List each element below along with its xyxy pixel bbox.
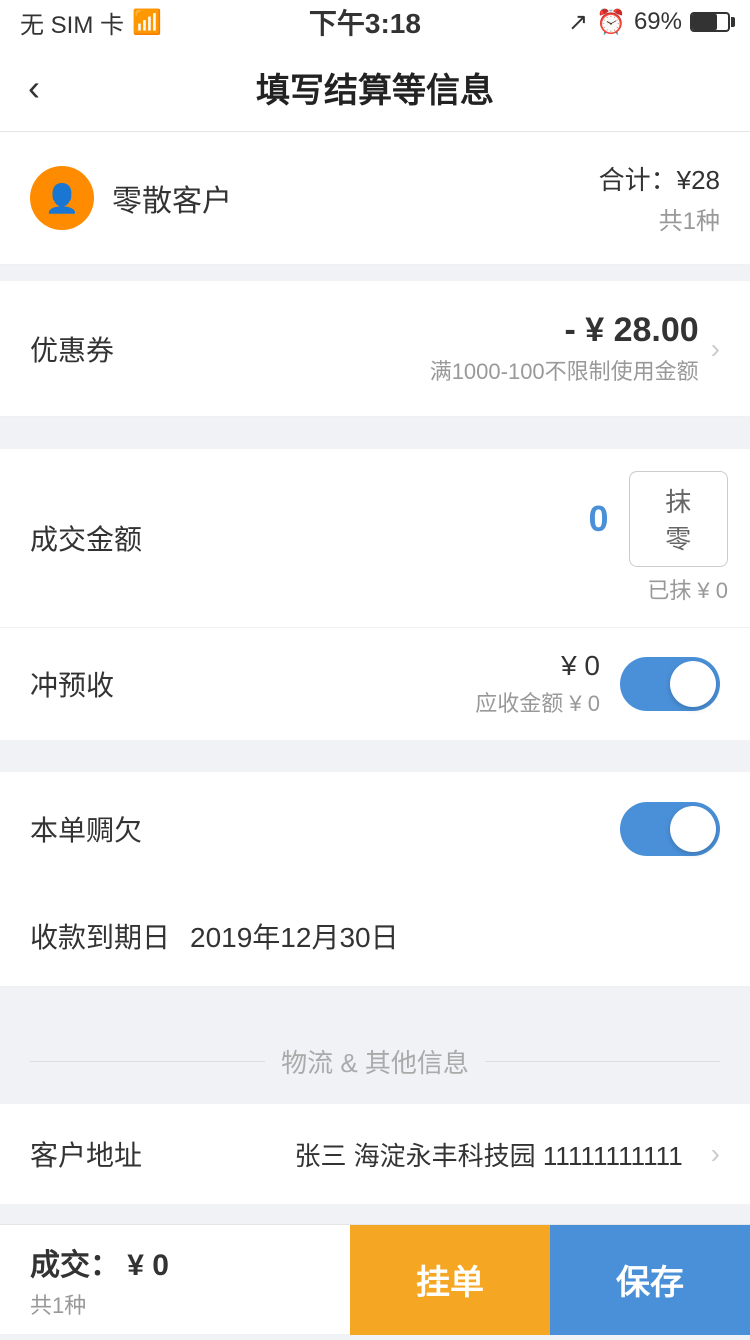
already-rounded-text: 已抹 ¥ 0 [647,573,728,605]
location-icon: ↗ [568,8,588,37]
page-title: 填写结算等信息 [256,63,494,112]
nav-bar: ‹ 填写结算等信息 [0,44,750,132]
pre-amounts: ¥ 0 应收金额 ¥ 0 [475,650,600,718]
pre-sub-amount: 应收金额 ¥ 0 [475,686,600,718]
customer-row: 👤 零散客户 合计：¥28 共1种 [0,132,750,265]
gap3 [0,1003,750,1019]
deal-right: 抹零 已抹 ¥ 0 [150,471,728,605]
bottom-deal-prefix: 成交： [30,1249,120,1282]
debt-row: 本单赒欠 [0,772,750,886]
due-date-label: 收款到期日 [30,916,170,956]
deal-amount-section: 成交金额 抹零 已抹 ¥ 0 冲预收 ¥ 0 应收金额 ¥ 0 [0,449,750,740]
save-button[interactable]: 保存 [550,1225,750,1335]
customer-left: 👤 零散客户 [30,166,232,230]
coupon-right: - ¥ 28.00 满1000-100不限制使用金额 › [430,311,720,386]
coupon-label: 优惠券 [30,329,150,369]
gap2 [0,756,750,772]
total-count: 共1种 [599,201,720,236]
back-button[interactable]: ‹ [28,67,40,109]
due-date-value: 2019年12月30日 [190,916,399,956]
pre-payment-label: 冲预收 [30,664,150,704]
debt-toggle[interactable] [620,802,720,856]
deal-amount-row: 成交金额 抹零 已抹 ¥ 0 [0,449,750,628]
status-right: ↗ ⏰ 69% [568,8,730,37]
bottom-deal-value: ¥ 0 [127,1249,169,1282]
content: 👤 零散客户 合计：¥28 共1种 优惠券 - ¥ 28.00 满1000-10… [0,132,750,1340]
bottom-bar: 成交： ¥ 0 共1种 挂单 保存 [0,1224,750,1334]
coupon-sub: 满1000-100不限制使用金额 [430,354,699,386]
coupon-amounts: - ¥ 28.00 满1000-100不限制使用金额 [430,311,699,386]
bottom-info: 成交： ¥ 0 共1种 [0,1240,350,1320]
deal-amount-label: 成交金额 [30,518,150,558]
customer-name: 零散客户 [112,176,232,220]
due-date-row: 收款到期日 2019年12月30日 [0,886,750,987]
status-bar: 无 SIM 卡 📶 下午3:18 ↗ ⏰ 69% [0,0,750,44]
bottom-deal-label: 成交： ¥ 0 [30,1240,320,1284]
debt-label: 本单赒欠 [30,809,150,849]
pre-right: ¥ 0 应收金额 ¥ 0 [475,650,720,718]
carrier-text: 无 SIM 卡 [20,5,124,40]
address-section: 客户地址 张三 海淀永丰科技园 11111111111 › [0,1104,750,1204]
deal-top-row: 抹零 [150,471,728,567]
status-left: 无 SIM 卡 📶 [20,5,162,40]
total-label: 合计：¥28 [599,160,720,197]
coupon-section: 优惠券 - ¥ 28.00 满1000-100不限制使用金额 › [0,281,750,417]
logistics-header: 物流 & 其他信息 [0,1019,750,1104]
coupon-row[interactable]: 优惠券 - ¥ 28.00 满1000-100不限制使用金额 › [0,281,750,417]
logistics-header-text: 物流 & 其他信息 [281,1043,469,1080]
chevron-right-icon: › [711,333,720,365]
customer-section: 👤 零散客户 合计：¥28 共1种 [0,132,750,265]
address-label: 客户地址 [30,1134,150,1174]
pre-payment-toggle[interactable] [620,657,720,711]
avatar: 👤 [30,166,94,230]
coupon-discount: - ¥ 28.00 [564,311,698,350]
address-value: 张三 海淀永丰科技园 11111111111 [166,1136,683,1173]
address-chevron-right-icon: › [711,1138,720,1170]
round-button[interactable]: 抹零 [629,471,728,567]
status-time: 下午3:18 [309,2,421,42]
debt-toggle-knob [670,806,716,852]
alarm-icon: ⏰ [596,8,626,37]
address-row[interactable]: 客户地址 张三 海淀永丰科技园 11111111111 › [0,1104,750,1204]
pre-main-amount: ¥ 0 [475,650,600,682]
customer-right: 合计：¥28 共1种 [599,160,720,236]
wifi-icon: 📶 [132,8,162,37]
deal-amount-input[interactable] [150,498,609,540]
bottom-count: 共1种 [30,1288,320,1320]
debt-section: 本单赒欠 收款到期日 2019年12月30日 [0,772,750,987]
gap1 [0,433,750,449]
battery-icon [690,12,730,32]
avatar-icon: 👤 [45,182,80,215]
pre-payment-row: 冲预收 ¥ 0 应收金额 ¥ 0 [0,628,750,740]
toggle-knob [670,661,716,707]
battery-text: 69% [634,8,682,36]
hold-button[interactable]: 挂单 [350,1225,550,1335]
